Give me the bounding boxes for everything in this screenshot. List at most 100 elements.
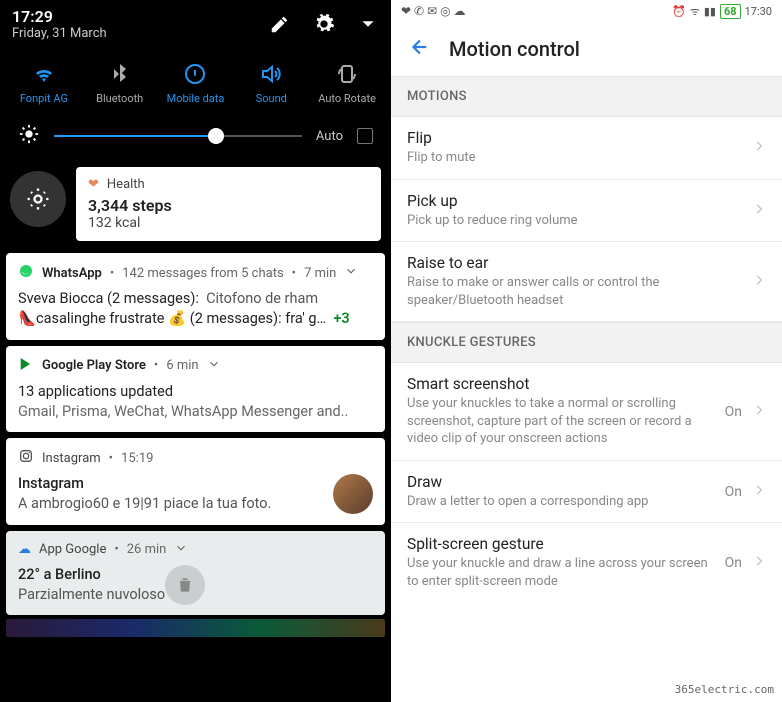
qs-sound[interactable]: Sound — [235, 62, 307, 105]
google-time: 26 min — [127, 542, 167, 557]
health-notification-row: ❤Health 3,344 steps 132 kcal — [6, 167, 385, 247]
play-title: 13 applications updated — [18, 382, 373, 402]
play-time: 6 min — [166, 358, 198, 373]
whatsapp-sender: Sveva Biocca (2 messages): — [18, 290, 199, 307]
chevron-down-icon[interactable] — [344, 264, 358, 282]
raise-title: Raise to ear — [407, 254, 742, 272]
qs-wifi-label: Fonpit AG — [20, 92, 68, 105]
play-store-icon — [18, 356, 34, 376]
pickup-title: Pick up — [407, 192, 742, 210]
draw-title: Draw — [407, 473, 715, 491]
insta-title: Instagram — [18, 474, 373, 494]
qs-sound-label: Sound — [256, 92, 287, 105]
split-state: On — [725, 555, 742, 571]
instagram-notification[interactable]: Instagram •15:19 Instagram A ambrogio60 … — [6, 438, 385, 525]
settings-icon[interactable] — [313, 13, 335, 35]
health-steps: 3,344 steps — [88, 196, 369, 215]
avatar — [333, 474, 373, 514]
status-bar: ❤ ✆ ✉ ◎ ☁ ⏰ ᯤ ▮▮ 68 17:30 — [391, 0, 782, 22]
auto-brightness-checkbox[interactable] — [357, 128, 373, 144]
settings-shortcut[interactable] — [10, 171, 66, 227]
whatsapp-icon — [18, 263, 34, 283]
notification-shade: 17:29 17:29 Friday, 31 March Fonpit AG B… — [0, 0, 391, 702]
setting-raise[interactable]: Raise to ear Raise to make or answer call… — [391, 242, 782, 322]
clock: 17:29 — [12, 7, 53, 26]
setting-draw[interactable]: DrawDraw a letter to open a correspondin… — [391, 461, 782, 524]
page-header: Motion control — [391, 22, 782, 76]
setting-pickup[interactable]: Pick up Pick up to reduce ring volume — [391, 180, 782, 243]
clock: 17:30 — [745, 5, 772, 18]
pickup-sub: Pick up to reduce ring volume — [407, 212, 742, 230]
split-title: Split-screen gesture — [407, 535, 715, 553]
setting-smart-screenshot[interactable]: Smart screenshot Use your knuckles to tak… — [391, 363, 782, 461]
whatsapp-preview2: 👠casalinghe frustrate 💰 (2 messages): fr… — [18, 310, 326, 327]
google-app-notification[interactable]: ☁ App Google •26 min 22° a Berlino Parzi… — [6, 531, 385, 616]
whatsapp-preview1: Citofono de rham — [206, 290, 318, 307]
instagram-icon — [18, 448, 34, 468]
google-app-name: App Google — [39, 542, 106, 557]
notification-list: ❤Health 3,344 steps 132 kcal WhatsApp •1… — [0, 167, 391, 615]
whatsapp-time: 7 min — [304, 266, 336, 281]
smart-state: On — [725, 404, 742, 420]
draw-state: On — [725, 484, 742, 500]
setting-flip[interactable]: Flip Flip to mute — [391, 117, 782, 180]
qs-bt-label: Bluetooth — [96, 92, 143, 105]
insta-app-name: Instagram — [42, 451, 101, 466]
chevron-right-icon — [752, 138, 766, 157]
whatsapp-more-count: +3 — [333, 310, 349, 327]
flip-title: Flip — [407, 129, 742, 147]
smart-sub: Use your knuckles to take a normal or sc… — [407, 395, 715, 448]
brightness-row: Auto — [0, 117, 391, 167]
signal-icon: ▮▮ — [704, 5, 716, 18]
watermark: 365electric.com — [675, 683, 774, 696]
wifi-icon: ᯤ — [690, 4, 700, 19]
expand-icon[interactable] — [357, 13, 379, 35]
settings-screen: ❤ ✆ ✉ ◎ ☁ ⏰ ᯤ ▮▮ 68 17:30 Motion control… — [391, 0, 782, 702]
play-app-name: Google Play Store — [42, 358, 146, 373]
flip-sub: Flip to mute — [407, 149, 742, 167]
playstore-notification[interactable]: Google Play Store •6 min 13 applications… — [6, 346, 385, 433]
qs-data-label: Mobile data — [167, 92, 225, 105]
status-bar: 17:29 17:29 Friday, 31 March — [0, 0, 391, 48]
quick-settings: Fonpit AG Bluetooth Mobile data Sound Au… — [0, 48, 391, 117]
auto-brightness-label: Auto — [316, 129, 343, 144]
insta-time: 15:19 — [121, 451, 153, 466]
qs-bluetooth[interactable]: Bluetooth — [84, 62, 156, 105]
chevron-right-icon — [752, 201, 766, 220]
insta-body: A ambrogio60 e 19|91 piace la tua foto. — [18, 494, 373, 514]
chevron-right-icon — [752, 553, 766, 572]
setting-split-screen[interactable]: Split-screen gesture Use your knuckle and… — [391, 523, 782, 602]
battery-indicator: 68 — [720, 4, 741, 19]
chevron-right-icon — [752, 482, 766, 501]
whatsapp-app-name: WhatsApp — [42, 266, 102, 281]
raise-sub: Raise to make or answer calls or control… — [407, 274, 742, 309]
whatsapp-summary: 142 messages from 5 chats — [122, 266, 283, 281]
chevron-down-icon[interactable] — [207, 357, 221, 375]
smart-title: Smart screenshot — [407, 375, 715, 393]
qs-mobile-data[interactable]: Mobile data — [159, 62, 231, 105]
status-left: 17:29 17:29 Friday, 31 March — [12, 7, 107, 41]
brightness-slider[interactable] — [54, 124, 302, 148]
cloud-icon: ☁ — [18, 542, 31, 557]
dismiss-button[interactable] — [165, 565, 205, 605]
health-card[interactable]: ❤Health 3,344 steps 132 kcal — [76, 167, 381, 241]
brightness-icon — [18, 123, 40, 149]
status-left-icons: ❤ ✆ ✉ ◎ ☁ — [401, 4, 466, 18]
split-sub: Use your knuckle and draw a line across … — [407, 555, 715, 590]
chevron-down-icon[interactable] — [174, 541, 188, 559]
qs-auto-rotate[interactable]: Auto Rotate — [311, 62, 383, 105]
play-body: Gmail, Prisma, WeChat, WhatsApp Messenge… — [18, 402, 373, 422]
qs-rotate-label: Auto Rotate — [318, 92, 376, 105]
chevron-right-icon — [752, 402, 766, 421]
status-right-icons: ⏰ ᯤ ▮▮ 68 17:30 — [672, 4, 772, 19]
heart-icon: ❤ — [88, 177, 99, 192]
qs-wifi[interactable]: Fonpit AG — [8, 62, 80, 105]
bottom-accent — [6, 619, 385, 637]
health-title: Health — [107, 177, 145, 192]
header-actions — [269, 13, 379, 35]
section-motions: MOTIONS — [391, 76, 782, 117]
section-knuckle: KNUCKLE GESTURES — [391, 322, 782, 363]
back-button[interactable] — [407, 36, 429, 62]
whatsapp-notification[interactable]: WhatsApp •142 messages from 5 chats •7 m… — [6, 253, 385, 340]
edit-icon[interactable] — [269, 13, 291, 35]
